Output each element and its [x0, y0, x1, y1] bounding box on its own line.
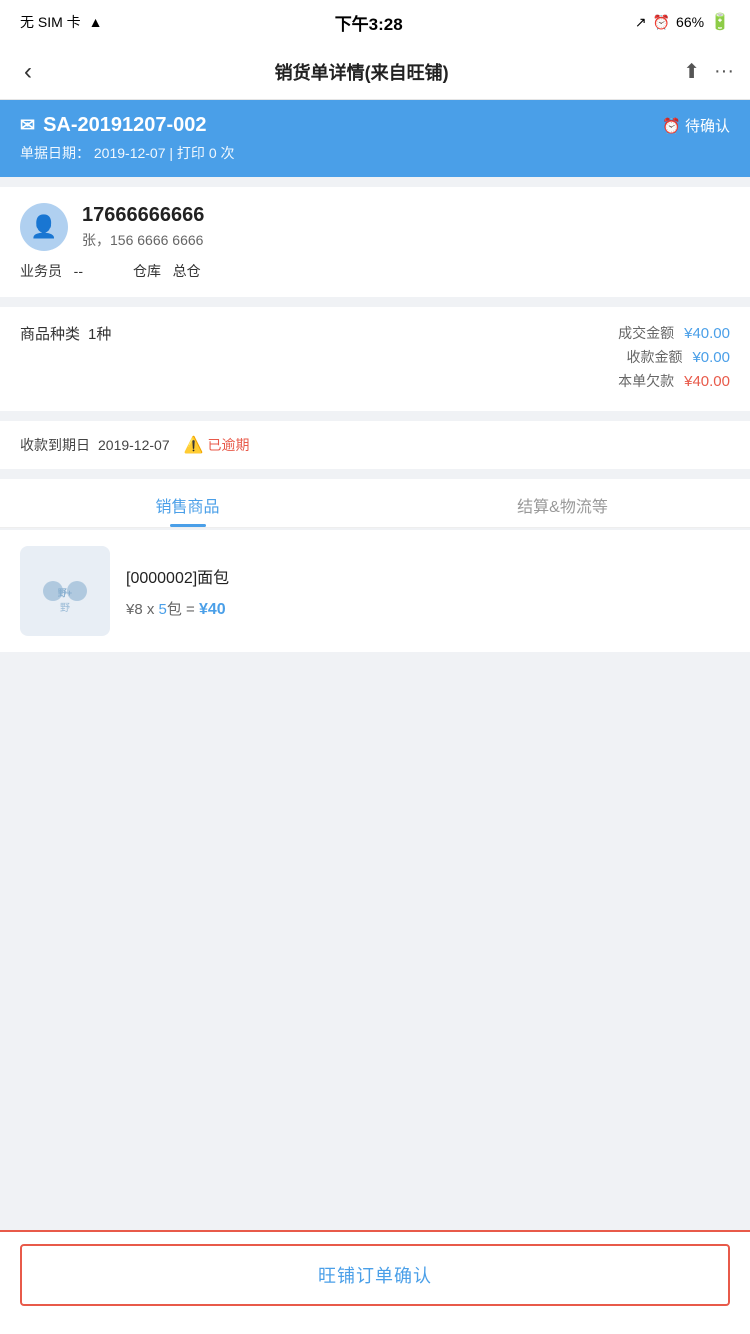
amount-info: 成交金额 ¥40.00 收款金额 ¥0.00 本单欠款 ¥40.00 [618, 323, 730, 395]
customer-row: 👤 17666666666 张，156 6666 6666 [20, 203, 730, 251]
price-prefix: ¥8 x [126, 601, 159, 618]
overdue-text: 已逾期 [208, 435, 250, 455]
order-status-badge: ⏰ 待确认 [662, 115, 730, 136]
due-date-card: 收款到期日 2019-12-07 ⚠️ 已逾期 [0, 421, 750, 469]
product-thumbnail: 野 野+ [20, 546, 110, 636]
page-title: 销货单详情(来自旺铺) [275, 59, 449, 85]
customer-name: 张，156 6666 6666 [82, 230, 204, 250]
warning-icon: ⚠️ [184, 435, 204, 455]
category-label: 商品种类 [20, 323, 80, 344]
order-date-value: 2019-12-07 [94, 145, 166, 161]
status-bar: 无 SIM 卡 ▲ 下午3:28 ↗ ⏰ 66% 🔋 [0, 0, 750, 44]
staff-item: 业务员 -- [20, 261, 83, 281]
equals-sign: = [182, 601, 199, 618]
product-details: [0000002]面包 ¥8 x 5包 = ¥40 [126, 564, 229, 619]
tabs-bar: 销售商品 结算&物流等 [0, 479, 750, 528]
order-header-banner: ✉ SA-20191207-002 ⏰ 待确认 单据日期： 2019-12-07… [0, 100, 750, 177]
received-amount-row: 收款金额 ¥0.00 [618, 347, 730, 367]
due-date-label: 收款到期日 [20, 435, 90, 455]
print-count: 0 [209, 145, 217, 161]
order-id-text: SA-20191207-002 [43, 114, 206, 137]
staff-value: -- [74, 263, 83, 279]
alarm-icon: ⏰ [653, 14, 670, 31]
customer-info: 17666666666 张，156 6666 6666 [82, 204, 204, 250]
owed-amount-value: ¥40.00 [684, 373, 730, 390]
print-label: | 打印 [169, 145, 205, 161]
back-button[interactable]: ‹ [16, 50, 40, 94]
owed-label: 本单欠款 [618, 371, 674, 391]
tab-settlement-label: 结算&物流等 [517, 499, 608, 516]
battery-text: 66% [676, 14, 704, 30]
avatar: 👤 [20, 203, 68, 251]
status-right: ↗ ⏰ 66% 🔋 [635, 12, 730, 32]
order-id-row: ✉ SA-20191207-002 [20, 114, 207, 137]
status-text: 待确认 [685, 115, 730, 136]
received-label: 收款金额 [626, 347, 682, 367]
order-icon: ✉ [20, 115, 35, 136]
customer-card: 👤 17666666666 张，156 6666 6666 业务员 -- 仓库 … [0, 187, 750, 297]
share-button[interactable]: ⬆ [683, 59, 700, 84]
warehouse-item: 仓库 总仓 [133, 261, 201, 281]
product-item: 野 野+ [0000002]面包 ¥8 x 5包 = ¥40 [0, 530, 750, 652]
svg-text:野+: 野+ [58, 588, 72, 598]
product-total: ¥40 [199, 601, 226, 618]
bottom-bar: 旺铺订单确认 [0, 1230, 750, 1334]
stats-card: 商品种类 1种 成交金额 ¥40.00 收款金额 ¥0.00 本单欠款 ¥40.… [0, 307, 750, 411]
staff-label: 业务员 [20, 263, 62, 279]
print-unit: 次 [221, 145, 235, 161]
product-name: [0000002]面包 [126, 564, 229, 588]
battery-icon: 🔋 [710, 12, 730, 32]
warehouse-value: 总仓 [173, 263, 201, 279]
overdue-badge: ⚠️ 已逾期 [184, 435, 250, 455]
no-sim-text: 无 SIM 卡 [20, 12, 81, 32]
svg-text:野: 野 [60, 602, 70, 614]
status-clock-icon: ⏰ [662, 117, 681, 135]
wifi-icon: ▲ [89, 14, 103, 30]
deal-amount-row: 成交金额 ¥40.00 [618, 323, 730, 343]
category-info: 商品种类 1种 [20, 323, 111, 344]
confirm-order-button[interactable]: 旺铺订单确认 [20, 1244, 730, 1306]
owed-amount-row: 本单欠款 ¥40.00 [618, 371, 730, 391]
received-amount-value: ¥0.00 [692, 349, 730, 366]
status-left: 无 SIM 卡 ▲ [20, 12, 103, 32]
content-spacer [0, 652, 750, 852]
product-qty: 5 [159, 601, 167, 618]
nav-right-actions: ⬆ ··· [683, 59, 734, 84]
customer-meta: 业务员 -- 仓库 总仓 [20, 261, 730, 281]
product-thumb-img: 野 野+ [35, 566, 95, 616]
warehouse-label: 仓库 [133, 263, 161, 279]
more-button[interactable]: ··· [714, 60, 734, 83]
order-date-row: 单据日期： 2019-12-07 | 打印 0 次 [20, 143, 730, 163]
date-label: 单据日期： [20, 145, 90, 161]
product-price-row: ¥8 x 5包 = ¥40 [126, 598, 229, 619]
avatar-icon: 👤 [30, 214, 57, 240]
tab-settlement[interactable]: 结算&物流等 [375, 479, 750, 527]
tab-sales-products[interactable]: 销售商品 [0, 479, 375, 527]
nav-bar: ‹ 销货单详情(来自旺铺) ⬆ ··· [0, 44, 750, 100]
tab-sales-label: 销售商品 [155, 499, 219, 516]
deal-amount-label: 成交金额 [618, 323, 674, 343]
qty-unit: 包 [167, 601, 182, 618]
category-value: 1种 [88, 323, 111, 344]
location-icon: ↗ [635, 14, 647, 31]
status-time: 下午3:28 [335, 10, 403, 35]
customer-phone: 17666666666 [82, 204, 204, 227]
deal-amount-value: ¥40.00 [684, 325, 730, 342]
due-date-value: 2019-12-07 [98, 437, 170, 453]
